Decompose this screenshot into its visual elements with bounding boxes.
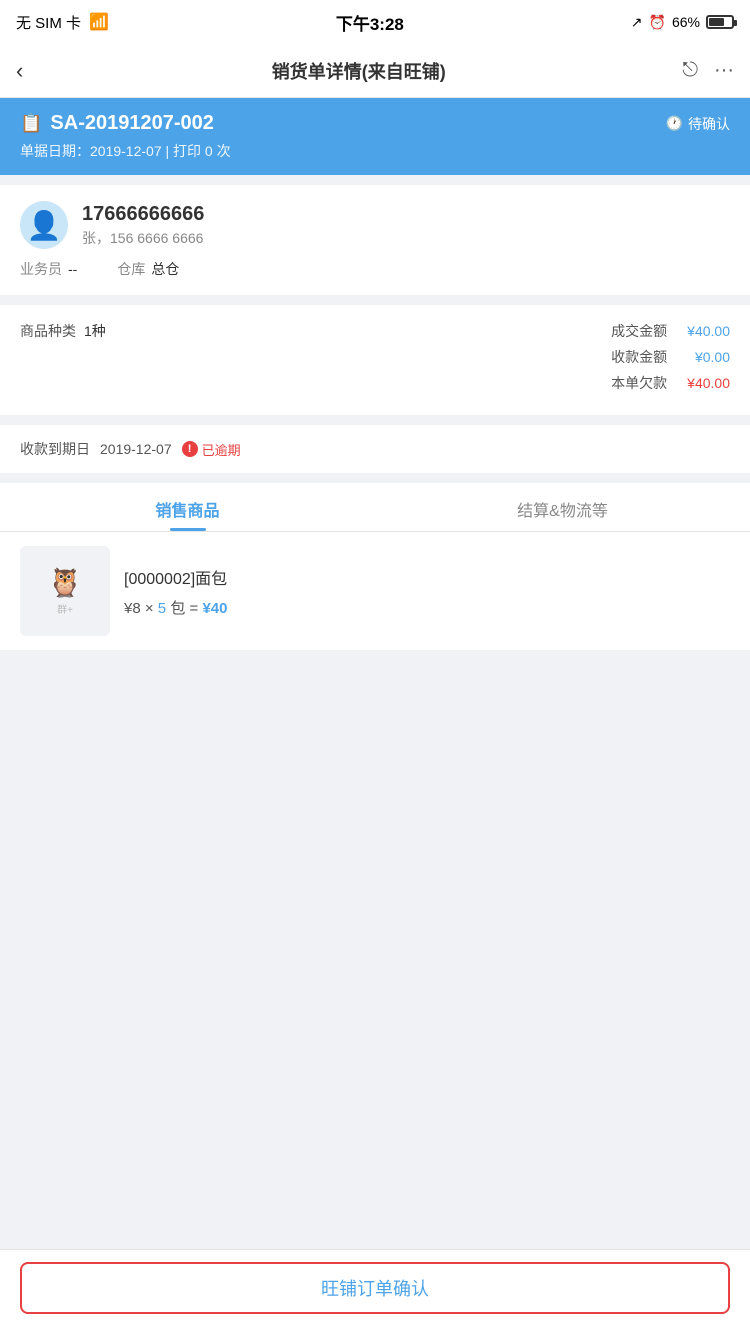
nav-actions: ⎋ ···	[682, 59, 734, 82]
warehouse-label: 仓库	[117, 259, 145, 279]
thumb-logo: 🦉 群+	[48, 566, 83, 616]
status-right: ↗ ⏰ 66%	[631, 14, 734, 31]
avatar: 👤	[20, 201, 68, 249]
balance-amount-label: 本单欠款	[611, 373, 667, 393]
order-id: 📋 SA-20191207-002	[20, 112, 214, 135]
tab-settlement[interactable]: 结算&物流等	[375, 483, 750, 531]
order-meta: 单据日期：2019-12-07 | 打印 0 次	[20, 141, 730, 161]
product-qty: 5	[158, 600, 166, 617]
salesperson-item: 业务员 --	[20, 259, 77, 279]
product-type-label: 商品种类	[20, 321, 76, 341]
balance-amount-row: 本单欠款 ¥40.00	[611, 373, 730, 393]
back-button[interactable]: ‹	[16, 58, 23, 84]
customer-info: 17666666666 张，156 6666 6666	[82, 203, 204, 248]
location-icon: ↗	[631, 14, 643, 31]
wifi-icon: 📶	[89, 12, 109, 32]
balance-amount-value: ¥40.00	[687, 375, 730, 391]
due-date-value: 2019-12-07	[100, 441, 172, 457]
customer-phone: 17666666666	[82, 203, 204, 226]
receipt-amount-label: 收款金额	[611, 347, 667, 367]
time-display: 下午3:28	[336, 10, 404, 35]
product-list: 🦉 群+ [0000002]面包 ¥8 × 5 包 = ¥40	[0, 532, 750, 650]
status-left: 无 SIM 卡 📶	[16, 12, 109, 33]
clock-icon: 🕐	[666, 115, 683, 132]
product-details: [0000002]面包 ¥8 × 5 包 = ¥40	[124, 565, 227, 618]
order-meta-sep: |	[166, 143, 174, 159]
info-row: 业务员 -- 仓库 总仓	[20, 259, 730, 279]
deal-amount-value: ¥40.00	[687, 323, 730, 339]
confirm-order-button[interactable]: 旺铺订单确认	[20, 1262, 730, 1314]
tabs-section: 销售商品 结算&物流等 🦉 群+ [0000002]面包 ¥8 × 5 包 =	[0, 483, 750, 650]
more-button[interactable]: ···	[714, 59, 734, 82]
avatar-icon: 👤	[27, 209, 62, 242]
thumb-brand-text: 群+	[57, 601, 73, 616]
overdue-badge: ! 已逾期	[182, 440, 241, 459]
tabs-row: 销售商品 结算&物流等	[0, 483, 750, 532]
deal-amount-label: 成交金额	[611, 321, 667, 341]
customer-row: 👤 17666666666 张，156 6666 6666	[20, 201, 730, 249]
carrier-text: 无 SIM 卡	[16, 12, 81, 33]
product-type-value: 1种	[84, 321, 106, 341]
tab-sales-products[interactable]: 销售商品	[0, 483, 375, 531]
order-date: 单据日期：2019-12-07	[20, 143, 162, 159]
price-sep2: =	[190, 600, 203, 617]
status-text: 待确认	[688, 114, 730, 134]
battery-icon	[706, 15, 734, 29]
amount-section: 商品种类 1种 成交金额 ¥40.00 收款金额 ¥0.00 本单欠款 ¥40.…	[0, 305, 750, 415]
due-section: 收款到期日 2019-12-07 ! 已逾期	[0, 425, 750, 473]
due-date-label: 收款到期日	[20, 439, 90, 459]
share-button[interactable]: ⎋	[682, 59, 698, 82]
empty-content-area	[0, 650, 750, 850]
bottom-bar: 旺铺订单确认	[0, 1249, 750, 1334]
owl-icon: 🦉	[48, 566, 83, 599]
order-id-text: SA-20191207-002	[50, 112, 213, 135]
customer-name: 张，156 6666 6666	[82, 228, 204, 248]
overdue-dot-icon: !	[182, 441, 198, 457]
nav-bar: ‹ 销货单详情(来自旺铺) ⎋ ···	[0, 44, 750, 98]
receipt-amount-row: 收款金额 ¥0.00	[611, 347, 730, 367]
salesperson-value: --	[68, 261, 77, 277]
price-sep1: ×	[145, 600, 158, 617]
product-name: [0000002]面包	[124, 565, 227, 589]
receipt-amount-value: ¥0.00	[695, 349, 730, 365]
amount-list: 成交金额 ¥40.00 收款金额 ¥0.00 本单欠款 ¥40.00	[611, 321, 730, 399]
nav-title: 销货单详情(来自旺铺)	[35, 58, 682, 84]
overdue-text: 已逾期	[202, 440, 241, 459]
order-print-count: 打印 0 次	[173, 143, 231, 159]
unit-price: ¥8	[124, 600, 141, 617]
order-status-badge: 🕐 待确认	[666, 114, 730, 134]
product-thumbnail: 🦉 群+	[20, 546, 110, 636]
order-header-card: 📋 SA-20191207-002 🕐 待确认 单据日期：2019-12-07 …	[0, 98, 750, 175]
product-unit: 包	[170, 600, 185, 617]
order-icon: 📋	[20, 113, 42, 134]
salesperson-label: 业务员	[20, 259, 62, 279]
warehouse-value: 总仓	[151, 259, 179, 279]
battery-percentage: 66%	[672, 14, 700, 30]
deal-amount-row: 成交金额 ¥40.00	[611, 321, 730, 341]
product-type: 商品种类 1种	[20, 321, 106, 341]
warehouse-item: 仓库 总仓	[117, 259, 179, 279]
product-price: ¥8 × 5 包 = ¥40	[124, 597, 227, 618]
status-bar: 无 SIM 卡 📶 下午3:28 ↗ ⏰ 66%	[0, 0, 750, 44]
customer-card: 👤 17666666666 张，156 6666 6666 业务员 -- 仓库 …	[0, 185, 750, 295]
alarm-icon: ⏰	[649, 14, 666, 31]
product-item: 🦉 群+ [0000002]面包 ¥8 × 5 包 = ¥40	[20, 546, 730, 636]
product-total: ¥40	[202, 600, 227, 617]
